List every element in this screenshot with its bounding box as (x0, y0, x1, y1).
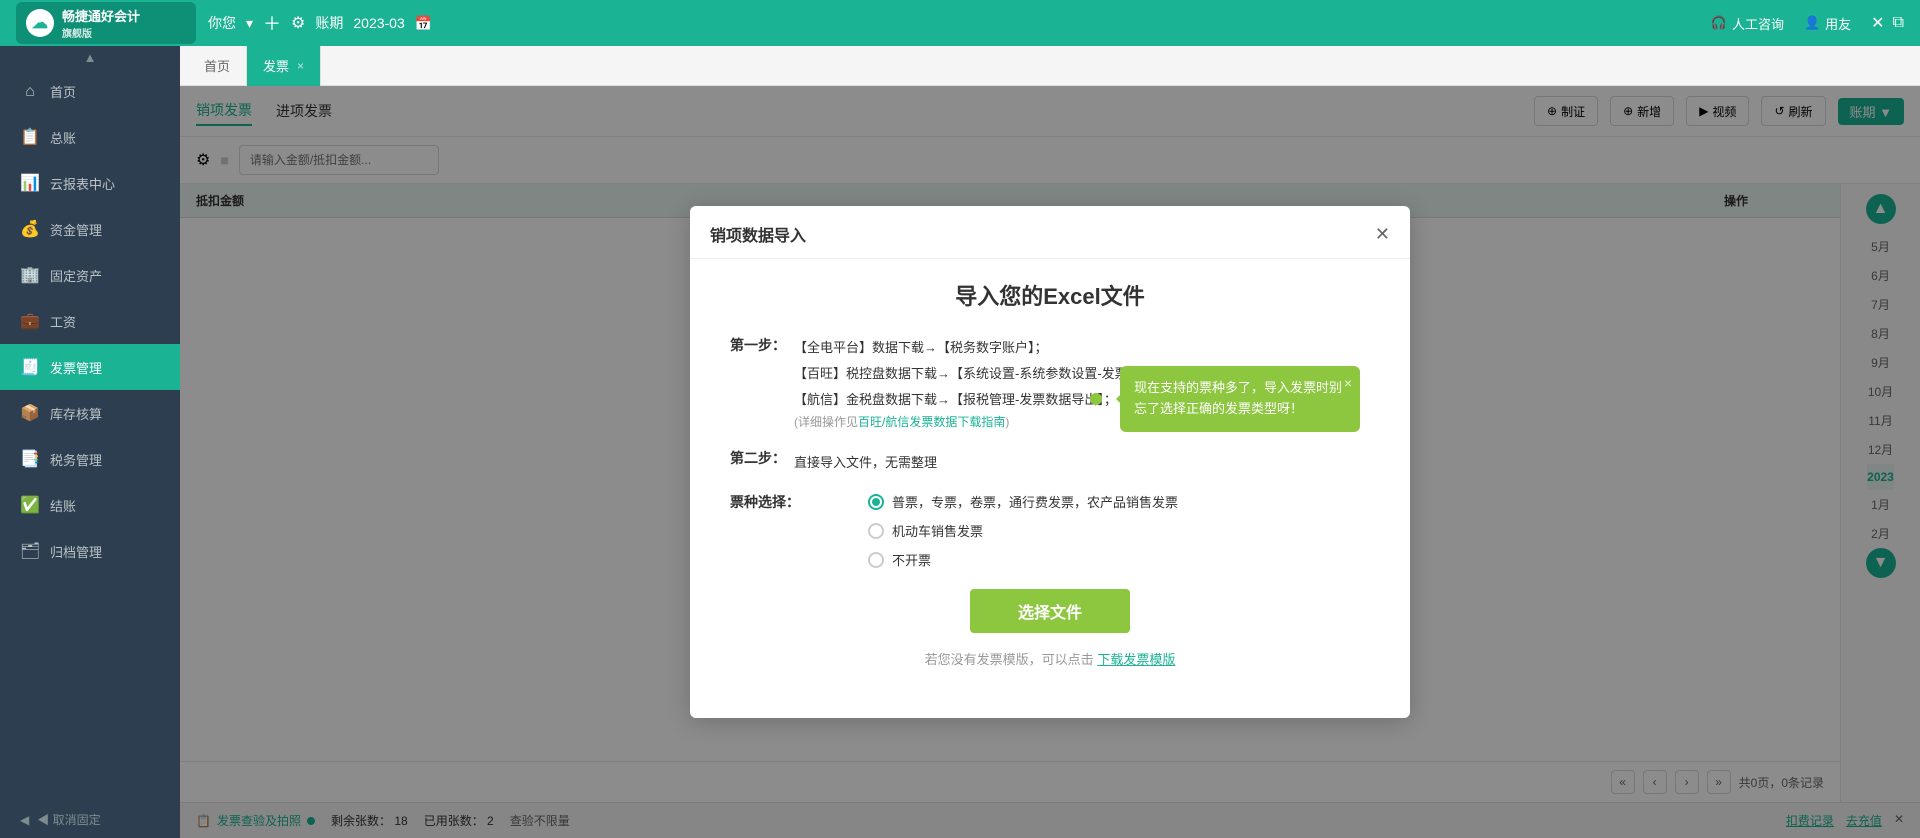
main-layout: ▲ ⌂ 首页📋 总账📊 云报表中心💰 资金管理🏢 固定资产💼 工资🧾 发票管理📦… (0, 46, 1920, 838)
user-label: 用友 (1825, 14, 1851, 33)
tooltip-dot (1090, 393, 1102, 405)
sidebar-icon-inventory: 📦 (20, 403, 40, 423)
radio-group: 普票，专票，卷票，通行费发票，农产品销售发票 机动车销售发票 不开票 (868, 492, 1178, 569)
sidebar-icon-archive: 🗂 (20, 541, 40, 561)
sidebar-item-salary[interactable]: 💼 工资 (0, 298, 180, 344)
radio-no-invoice[interactable]: 不开票 (868, 550, 1178, 569)
sidebar-item-home[interactable]: ⌂ 首页 (0, 69, 180, 114)
page-content: 销项发票 进项发票 ⊕ 制证 ⊕ 新增 ▶ 视频 (180, 86, 1920, 838)
modal-main-title: 导入您的Excel文件 (730, 279, 1370, 311)
add-button[interactable]: ＋ (263, 10, 281, 36)
close-window-icon[interactable]: ✕ (1871, 13, 1884, 33)
select-file-button[interactable]: 选择文件 (970, 589, 1130, 633)
username: 你您 (208, 13, 236, 33)
modal-title: 销项数据导入 (710, 222, 806, 246)
sidebar-icon-closing: ✅ (20, 495, 40, 515)
username-dropdown[interactable]: ▾ (246, 15, 253, 32)
tab-home[interactable]: 首页 (188, 46, 247, 86)
sidebar-item-assets[interactable]: 🏢 固定资产 (0, 252, 180, 298)
sidebar-icon-assets: 🏢 (20, 265, 40, 285)
top-bar-center: 你您 ▾ ＋ ⚙ 账期 2023-03 📅 (208, 10, 1699, 36)
tab-bar: 首页 发票 × (180, 46, 1920, 86)
step2-content: 直接导入文件，无需整理 (794, 452, 937, 471)
sidebar-icon-tax: 📑 (20, 449, 40, 469)
tooltip-text: 现在支持的票种多了，导入发票时别忘了选择正确的发票类型呀！ (1134, 380, 1342, 416)
radio-no-invoice-circle (868, 552, 884, 568)
app-name: 畅捷通好会计 (62, 6, 140, 25)
modal-backdrop: 销项数据导入 ✕ 导入您的Excel文件 第一步： 【全电平台】数据下载→【税务… (180, 86, 1920, 838)
radio-motor-label: 机动车销售发票 (892, 521, 983, 540)
tooltip-box: × 现在支持的票种多了，导入发票时别忘了选择正确的发票类型呀！ (1120, 366, 1360, 432)
sidebar-item-archive[interactable]: 🗂 归档管理 (0, 528, 180, 574)
radio-no-invoice-label: 不开票 (892, 550, 931, 569)
sidebar-nav: ⌂ 首页📋 总账📊 云报表中心💰 资金管理🏢 固定资产💼 工资🧾 发票管理📦 库… (0, 69, 180, 574)
sidebar-icon-ledger: 📋 (20, 127, 40, 147)
import-modal: 销项数据导入 ✕ 导入您的Excel文件 第一步： 【全电平台】数据下载→【税务… (690, 206, 1410, 718)
sidebar-label-archive: 归档管理 (50, 542, 102, 561)
top-bar-right: 🎧 人工咨询 👤 用友 ✕ ⧉ (1711, 13, 1904, 33)
sidebar-label-invoice: 发票管理 (50, 358, 102, 377)
sidebar-item-tax[interactable]: 📑 税务管理 (0, 436, 180, 482)
app-logo: ☁ 畅捷通好会计 旗舰版 (16, 2, 196, 44)
radio-normal[interactable]: 普票，专票，卷票，通行费发票，农产品销售发票 (868, 492, 1178, 511)
sidebar-item-funds[interactable]: 💰 资金管理 (0, 206, 180, 252)
sidebar-label-home: 首页 (50, 82, 76, 101)
sidebar-icon-salary: 💼 (20, 311, 40, 331)
sidebar-label-inventory: 库存核算 (50, 404, 102, 423)
period-label: 账期 (315, 13, 343, 33)
user-icon: 👤 (1804, 15, 1820, 31)
calendar-icon[interactable]: 📅 (415, 15, 432, 32)
app-sub: 旗舰版 (62, 25, 140, 40)
modal-footer: 若您没有发票模版，可以点击 下载发票模版 (730, 649, 1370, 668)
content-area: 首页 发票 × 销项发票 进项发票 ⊕ 制证 ⊕ 新 (180, 46, 1920, 838)
sidebar-item-ledger[interactable]: 📋 总账 (0, 114, 180, 160)
download-guide-link[interactable]: 百旺/航信发票数据下载指南 (858, 415, 1005, 429)
sidebar-label-reports: 云报表中心 (50, 174, 115, 193)
tab-invoice[interactable]: 发票 × (247, 46, 321, 86)
tooltip-close-button[interactable]: × (1344, 372, 1352, 394)
sidebar-item-closing[interactable]: ✅ 结账 (0, 482, 180, 528)
download-template-link[interactable]: 下载发票模版 (1097, 652, 1175, 667)
tab-invoice-close[interactable]: × (297, 59, 304, 73)
modal-close-button[interactable]: ✕ (1375, 224, 1390, 245)
settings-icon[interactable]: ⚙ (291, 13, 305, 33)
ticket-select: 票种选择： 普票，专票，卷票，通行费发票，农产品销售发票 机动车销售发票 (730, 492, 1370, 569)
modal-header: 销项数据导入 ✕ (690, 206, 1410, 259)
sidebar-icon-funds: 💰 (20, 219, 40, 239)
sidebar-label-assets: 固定资产 (50, 266, 102, 285)
headset-icon: 🎧 (1711, 15, 1727, 31)
sidebar-item-reports[interactable]: 📊 云报表中心 (0, 160, 180, 206)
step2-label: 第二步： (730, 448, 786, 468)
radio-normal-label: 普票，专票，卷票，通行费发票，农产品销售发票 (892, 492, 1178, 511)
sidebar-label-ledger: 总账 (50, 128, 76, 147)
user-button[interactable]: 👤 用友 (1804, 14, 1851, 33)
sidebar-icon-invoice: 🧾 (20, 357, 40, 377)
maximize-window-icon[interactable]: ⧉ (1893, 14, 1904, 32)
top-bar: ☁ 畅捷通好会计 旗舰版 你您 ▾ ＋ ⚙ 账期 2023-03 📅 🎧 人工咨… (0, 0, 1920, 46)
ticket-select-label: 票种选择： (730, 492, 800, 557)
sidebar: ▲ ⌂ 首页📋 总账📊 云报表中心💰 资金管理🏢 固定资产💼 工资🧾 发票管理📦… (0, 46, 180, 838)
sidebar-label-funds: 资金管理 (50, 220, 102, 239)
period-value: 2023-03 (353, 15, 404, 31)
window-controls: ✕ ⧉ (1871, 13, 1904, 33)
sidebar-icon-home: ⌂ (20, 83, 40, 101)
step2: 第二步： 直接导入文件，无需整理 (730, 448, 1370, 474)
cancel-fixed-button[interactable]: ◀ ◀ 取消固定 (0, 801, 180, 838)
radio-normal-circle (868, 494, 884, 510)
step1-line1: 【全电平台】数据下载→【税务数字账户】； (794, 335, 1199, 361)
radio-motor-circle (868, 523, 884, 539)
sidebar-scroll-up[interactable]: ▲ (0, 46, 180, 69)
sidebar-item-inventory[interactable]: 📦 库存核算 (0, 390, 180, 436)
modal-body: 导入您的Excel文件 第一步： 【全电平台】数据下载→【税务数字账户】； 【百… (690, 259, 1410, 688)
sidebar-label-closing: 结账 (50, 496, 76, 515)
sidebar-item-invoice[interactable]: 🧾 发票管理 (0, 344, 180, 390)
radio-motor[interactable]: 机动车销售发票 (868, 521, 1178, 540)
sidebar-label-tax: 税务管理 (50, 450, 102, 469)
consult-button[interactable]: 🎧 人工咨询 (1711, 14, 1784, 33)
sidebar-label-salary: 工资 (50, 312, 76, 331)
step1-label: 第一步： (730, 335, 786, 424)
logo-icon: ☁ (26, 9, 54, 37)
sidebar-icon-reports: 📊 (20, 173, 40, 193)
consult-label: 人工咨询 (1732, 14, 1784, 33)
